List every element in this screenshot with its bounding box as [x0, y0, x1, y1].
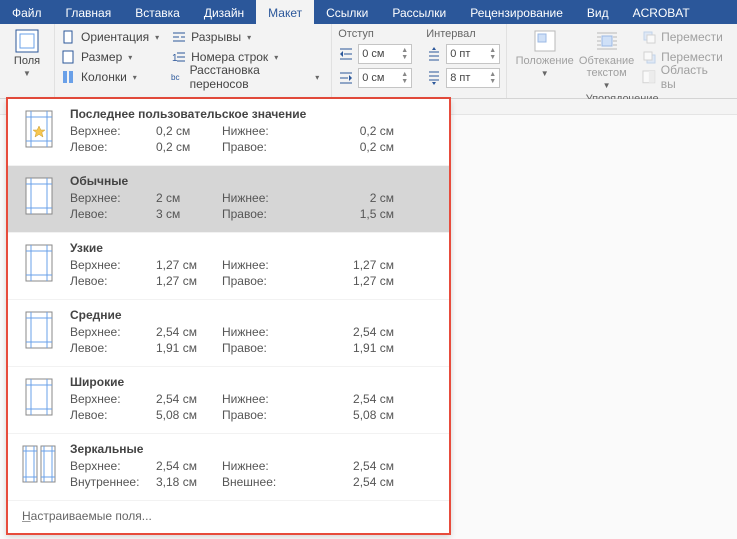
columns-button[interactable]: Колонки▾	[61, 68, 165, 86]
hyphenation-icon: bc	[171, 69, 185, 85]
position-button[interactable]: Положение▼	[513, 26, 576, 92]
tab-рассылки[interactable]: Рассылки	[380, 0, 458, 24]
margins-thumb-icon	[22, 308, 56, 352]
custom-margins-button[interactable]: Настраиваемые поля...	[8, 501, 449, 533]
orientation-icon	[61, 29, 77, 45]
margins-thumb-icon	[22, 375, 56, 419]
selection-pane-button[interactable]: Область вы	[641, 68, 731, 86]
ribbon: Поля ▼ Ориентация▾ Размер▾ Колонки▾	[0, 24, 737, 99]
tab-вид[interactable]: Вид	[575, 0, 621, 24]
spacing-after-icon	[426, 70, 442, 86]
wrap-text-icon	[594, 28, 620, 54]
margins-label: Поля	[14, 55, 40, 67]
chevron-down-icon: ▼	[23, 68, 31, 80]
margins-thumb-icon	[22, 442, 56, 486]
tab-ссылки[interactable]: Ссылки	[314, 0, 380, 24]
margins-thumb-icon	[22, 174, 56, 218]
spacing-after-input[interactable]: 8 пт▲▼	[426, 67, 500, 89]
margins-option-title: Последнее пользовательское значение	[70, 107, 439, 123]
margins-option[interactable]: Узкие Верхнее:1,27 смНижнее:1,27 см Лево…	[8, 233, 449, 300]
margins-option[interactable]: Средние Верхнее:2,54 смНижнее:2,54 см Ле…	[8, 300, 449, 367]
chevron-down-icon: ▾	[128, 53, 132, 62]
margins-option[interactable]: Последнее пользовательское значение Верх…	[8, 99, 449, 166]
tab-макет[interactable]: Макет	[256, 0, 314, 24]
chevron-down-icon: ▾	[274, 53, 278, 62]
margins-option[interactable]: Обычные Верхнее:2 смНижнее:2 см Левое:3 …	[8, 166, 449, 233]
selection-pane-icon	[641, 69, 657, 85]
margins-menu: Последнее пользовательское значение Верх…	[6, 99, 451, 535]
chevron-down-icon: ▾	[247, 33, 251, 42]
chevron-down-icon: ▾	[315, 73, 319, 82]
indent-right-icon	[338, 70, 354, 86]
margins-option[interactable]: Зеркальные Верхнее:2,54 смНижнее:2,54 см…	[8, 434, 449, 501]
margins-option-title: Обычные	[70, 174, 439, 190]
margins-option-title: Средние	[70, 308, 439, 324]
svg-text:bc: bc	[171, 73, 180, 82]
margins-button[interactable]: Поля ▼	[6, 26, 48, 84]
indent-left-icon	[338, 46, 354, 62]
breaks-icon	[171, 29, 187, 45]
bring-forward-icon	[641, 29, 657, 45]
margins-option-title: Узкие	[70, 241, 439, 257]
indent-right-input[interactable]: 0 см▲▼	[338, 67, 412, 89]
breaks-button[interactable]: Разрывы▾	[171, 28, 325, 46]
tab-вставка[interactable]: Вставка	[123, 0, 192, 24]
margins-option-title: Широкие	[70, 375, 439, 391]
columns-icon	[61, 69, 77, 85]
spacing-label: Интервал	[426, 28, 500, 41]
indent-label: Отступ	[338, 28, 412, 41]
wrap-text-button[interactable]: Обтекание текстом▼	[576, 26, 637, 92]
chevron-down-icon: ▾	[155, 33, 159, 42]
line-numbers-icon: 1	[171, 49, 187, 65]
size-icon	[61, 49, 77, 65]
margins-option[interactable]: Широкие Верхнее:2,54 смНижнее:2,54 см Ле…	[8, 367, 449, 434]
tab-bar: ФайлГлавнаяВставкаДизайнМакетСсылкиРассы…	[0, 0, 737, 24]
tab-главная[interactable]: Главная	[54, 0, 124, 24]
margins-option-title: Зеркальные	[70, 442, 439, 458]
orientation-button[interactable]: Ориентация▾	[61, 28, 165, 46]
send-backward-icon	[641, 49, 657, 65]
position-icon	[532, 28, 558, 54]
size-button[interactable]: Размер▾	[61, 48, 165, 66]
bring-forward-button[interactable]: Перемести	[641, 28, 731, 46]
chevron-down-icon: ▾	[133, 73, 137, 82]
svg-text:1: 1	[172, 53, 178, 64]
tab-файл[interactable]: Файл	[0, 0, 54, 24]
tab-acrobat[interactable]: ACROBAT	[621, 0, 702, 24]
spacing-before-input[interactable]: 0 пт▲▼	[426, 43, 500, 65]
hyphenation-button[interactable]: bc Расстановка переносов▾	[171, 68, 325, 86]
indent-left-input[interactable]: 0 см▲▼	[338, 43, 412, 65]
margins-icon	[14, 28, 40, 54]
tab-дизайн[interactable]: Дизайн	[192, 0, 256, 24]
margins-thumb-icon	[22, 107, 56, 151]
margins-thumb-icon	[22, 241, 56, 285]
tab-рецензирование[interactable]: Рецензирование	[458, 0, 575, 24]
spacing-before-icon	[426, 46, 442, 62]
